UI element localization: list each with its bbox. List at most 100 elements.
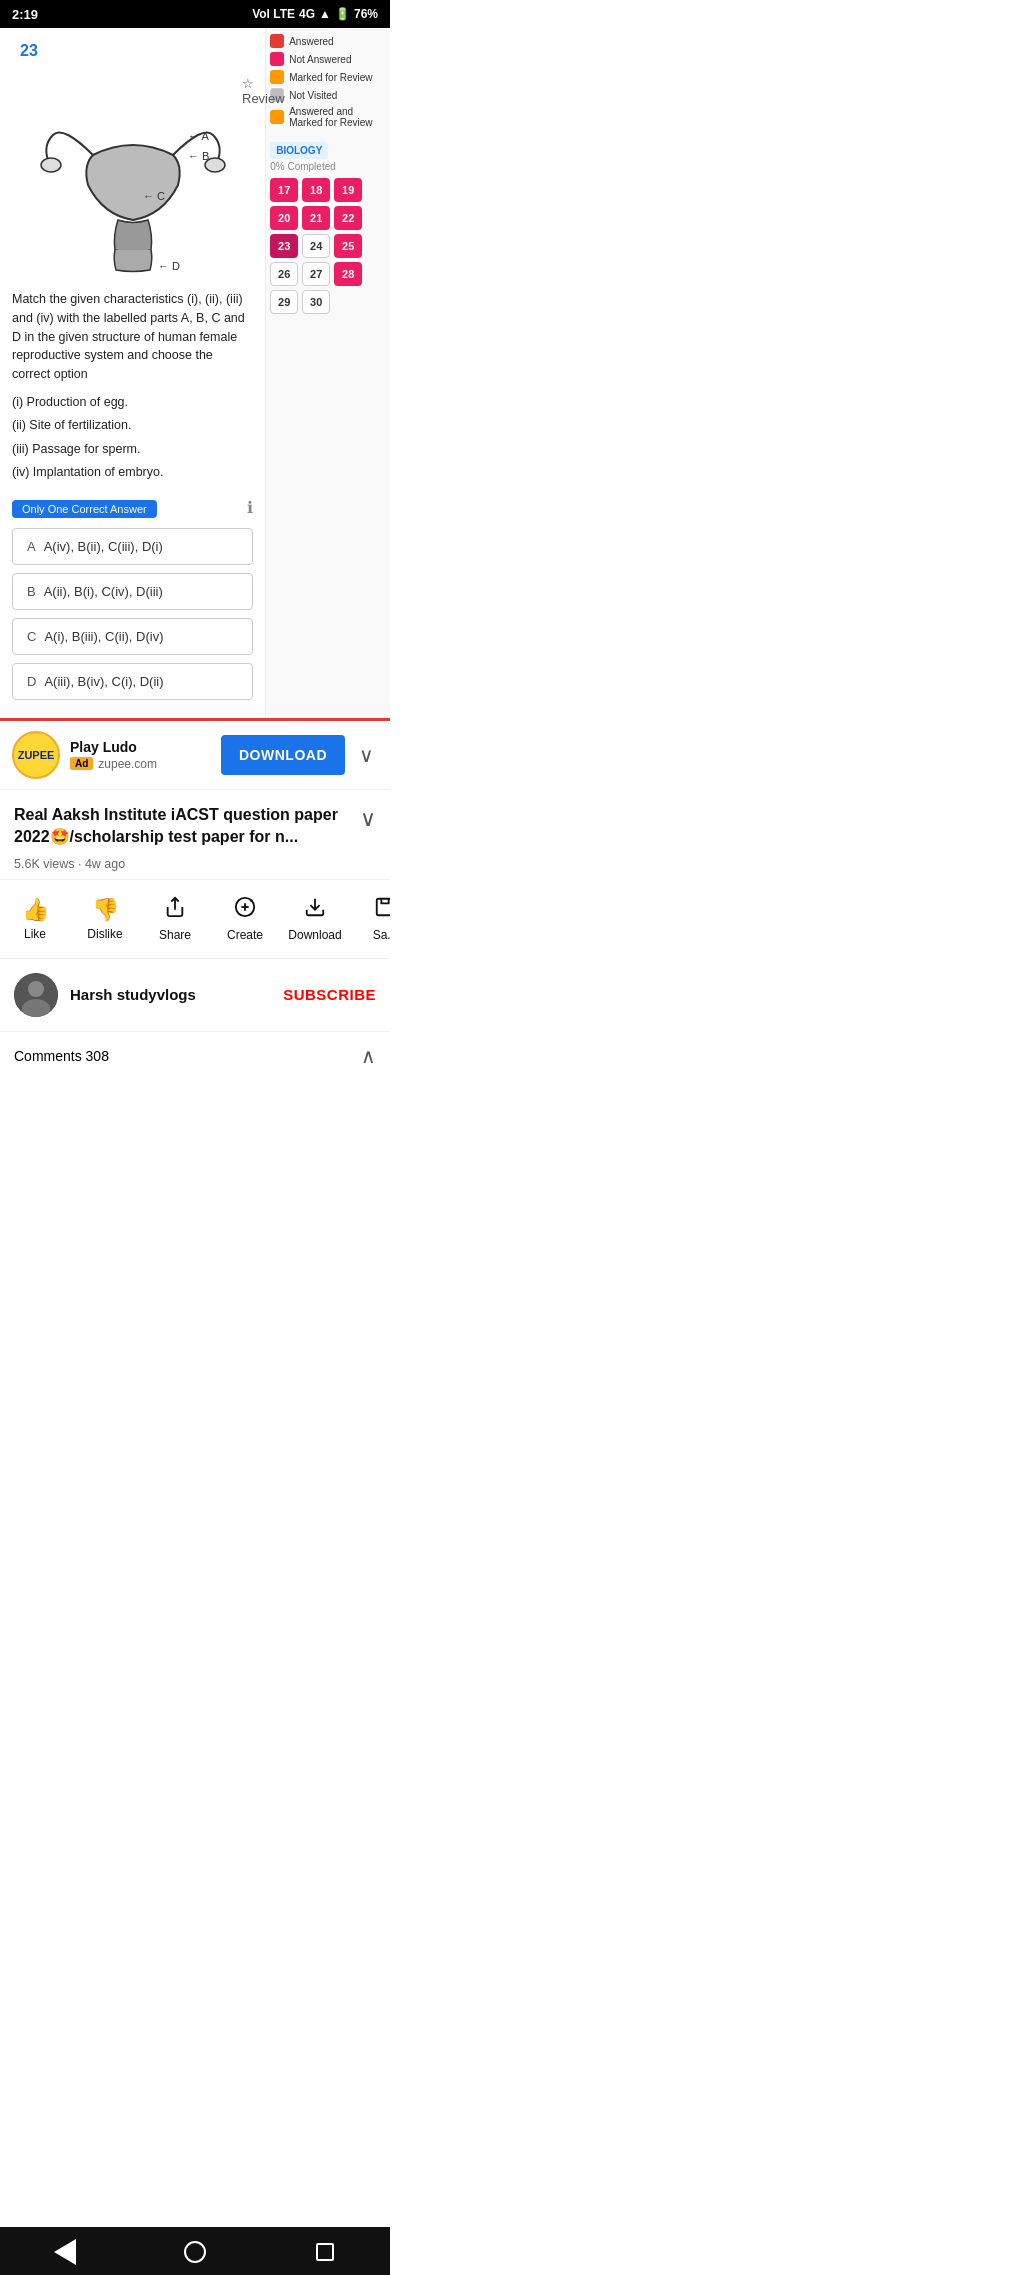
comments-row[interactable]: Comments 308 ∧ xyxy=(0,1032,390,1080)
ad-title: Play Ludo xyxy=(70,739,211,755)
num-29[interactable]: 29 xyxy=(270,290,298,314)
num-25[interactable]: 25 xyxy=(334,234,362,258)
video-separator: · xyxy=(78,857,85,871)
legend-marked: Marked for Review xyxy=(270,70,386,84)
option-b-text: A(ii), B(i), C(iv), D(iii) xyxy=(44,584,163,599)
legend-not-answered: Not Answered xyxy=(270,52,386,66)
subscribe-button[interactable]: SUBSCRIBE xyxy=(283,986,376,1003)
status-legend: Answered Not Answered Marked for Review … xyxy=(270,34,386,128)
video-views: 5.6K views xyxy=(14,857,74,871)
dislike-button[interactable]: 👎 Dislike xyxy=(70,891,140,947)
create-icon xyxy=(234,896,256,924)
option-d[interactable]: D A(iii), B(iv), C(i), D(ii) xyxy=(12,663,253,700)
save-label: Sa... xyxy=(373,928,390,942)
answer-tag: Only One Correct Answer xyxy=(12,500,157,518)
option-a-text: A(iv), B(ii), C(iii), D(i) xyxy=(44,539,163,554)
option-d-label: D xyxy=(27,674,36,689)
like-button[interactable]: 👍 Like xyxy=(0,891,70,947)
status-bar: 2:19 Vol LTE 4G ▲ 🔋 76% xyxy=(0,0,390,28)
legend-not-answered-text: Not Answered xyxy=(289,54,351,65)
legend-answered: Answered xyxy=(270,34,386,48)
signal-icon: 4G xyxy=(299,7,315,21)
options-list: A A(iv), B(ii), C(iii), D(i) B A(ii), B(… xyxy=(12,528,253,700)
anatomy-diagram: ← A ← B ← C ← D xyxy=(12,70,253,280)
svg-point-13 xyxy=(28,981,44,997)
question-text: Match the given characteristics (i), (ii… xyxy=(12,290,253,384)
num-20[interactable]: 20 xyxy=(270,206,298,230)
download-action-button[interactable]: Download xyxy=(280,890,350,948)
number-grid: 17 18 19 20 21 22 23 24 25 26 27 28 29 3… xyxy=(270,178,386,314)
video-title-row: Real Aaksh Institute iACST question pape… xyxy=(14,804,376,849)
signal-bars: ▲ xyxy=(319,7,331,21)
ad-subtitle: Ad zupee.com xyxy=(70,757,211,771)
like-icon: 👍 xyxy=(22,897,49,923)
question-items: (i) Production of egg. (ii) Site of fert… xyxy=(12,394,253,482)
svg-text:← A: ← A xyxy=(188,130,209,142)
num-17[interactable]: 17 xyxy=(270,178,298,202)
share-button[interactable]: Share xyxy=(140,890,210,948)
save-button[interactable]: Sa... xyxy=(350,890,390,948)
right-panel: Answered Not Answered Marked for Review … xyxy=(265,28,390,718)
download-button[interactable]: DOWNLOAD xyxy=(221,735,345,775)
num-23[interactable]: 23 xyxy=(270,234,298,258)
back-button[interactable] xyxy=(43,2237,87,2267)
svg-text:← B: ← B xyxy=(188,150,209,162)
option-c-label: C xyxy=(27,629,36,644)
option-d-text: A(iii), B(iv), C(i), D(ii) xyxy=(44,674,163,689)
num-28[interactable]: 28 xyxy=(334,262,362,286)
num-26[interactable]: 26 xyxy=(270,262,298,286)
question-item-1: (i) Production of egg. xyxy=(12,394,253,412)
video-info: Real Aaksh Institute iACST question pape… xyxy=(0,790,390,880)
legend-answered-marked-text: Answered and Marked for Review xyxy=(289,106,386,128)
share-label: Share xyxy=(159,928,191,942)
option-b-label: B xyxy=(27,584,36,599)
like-label: Like xyxy=(24,927,46,941)
video-time-ago: 4w ago xyxy=(85,857,125,871)
ad-logo: ZUPEE xyxy=(12,731,60,779)
recents-button[interactable] xyxy=(303,2237,347,2267)
video-collapse-button[interactable]: ∨ xyxy=(360,806,376,832)
question-item-2: (ii) Site of fertilization. xyxy=(12,417,253,435)
dot-answered xyxy=(270,34,284,48)
video-meta: 5.6K views · 4w ago xyxy=(14,857,376,871)
question-item-3: (iii) Passage for sperm. xyxy=(12,441,253,459)
option-a[interactable]: A A(iv), B(ii), C(iii), D(i) xyxy=(12,528,253,565)
bottom-nav xyxy=(0,2227,390,2275)
dot-answered-marked xyxy=(270,110,284,124)
num-19[interactable]: 19 xyxy=(334,178,362,202)
legend-answered-text: Answered xyxy=(289,36,333,47)
recents-icon xyxy=(316,2243,334,2261)
completed-text: 0% Completed xyxy=(270,161,386,172)
ad-tag: Ad xyxy=(70,757,93,770)
legend-not-visited: Not Visited xyxy=(270,88,386,102)
dislike-label: Dislike xyxy=(87,927,122,941)
home-button[interactable] xyxy=(173,2237,217,2267)
status-icons: Vol LTE 4G ▲ 🔋 76% xyxy=(252,7,378,21)
back-icon xyxy=(54,2239,76,2265)
num-24[interactable]: 24 xyxy=(302,234,330,258)
num-27[interactable]: 27 xyxy=(302,262,330,286)
num-22[interactable]: 22 xyxy=(334,206,362,230)
comments-chevron-button[interactable]: ∧ xyxy=(361,1044,376,1068)
num-30[interactable]: 30 xyxy=(302,290,330,314)
option-a-label: A xyxy=(27,539,36,554)
ad-chevron-button[interactable]: ∨ xyxy=(355,743,378,767)
ad-info: Play Ludo Ad zupee.com xyxy=(70,739,211,771)
num-21[interactable]: 21 xyxy=(302,206,330,230)
dislike-icon: 👎 xyxy=(92,897,119,923)
answer-tag-row: Only One Correct Answer ℹ xyxy=(12,488,253,528)
network-icon: Vol LTE xyxy=(252,7,295,21)
ad-banner: ZUPEE Play Ludo Ad zupee.com DOWNLOAD ∨ xyxy=(0,721,390,790)
option-b[interactable]: B A(ii), B(i), C(iv), D(iii) xyxy=(12,573,253,610)
create-button[interactable]: Create xyxy=(210,890,280,948)
section-label: BIOLOGY xyxy=(270,142,328,159)
reproductive-system-svg: ← A ← B ← C ← D xyxy=(33,75,233,275)
num-18[interactable]: 18 xyxy=(302,178,330,202)
option-c-text: A(i), B(iii), C(ii), D(iv) xyxy=(44,629,163,644)
status-time: 2:19 xyxy=(12,7,38,22)
channel-name: Harsh studyvlogs xyxy=(70,986,271,1003)
save-icon xyxy=(374,896,390,924)
info-icon[interactable]: ℹ xyxy=(247,498,253,517)
comments-text: Comments xyxy=(14,1048,82,1064)
option-c[interactable]: C A(i), B(iii), C(ii), D(iv) xyxy=(12,618,253,655)
